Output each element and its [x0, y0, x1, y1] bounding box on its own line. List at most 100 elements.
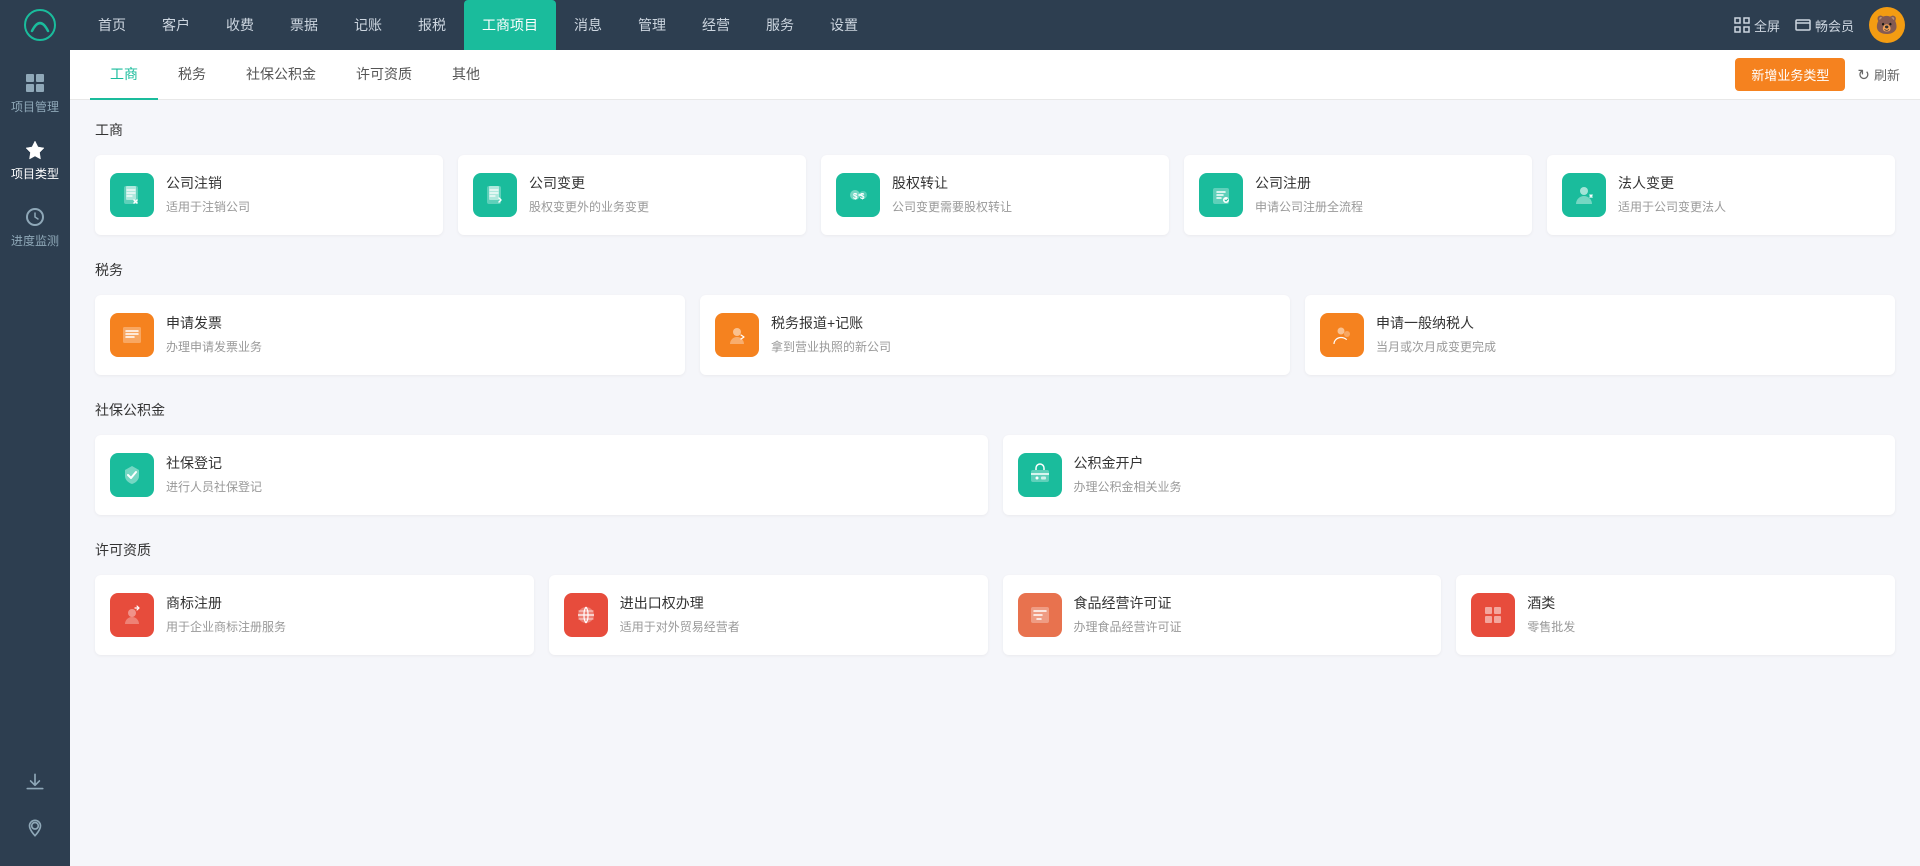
taxpayer-desc: 当月或次月成变更完成	[1376, 338, 1880, 355]
legal-person-title: 法人变更	[1618, 173, 1880, 193]
nav-settings[interactable]: 设置	[812, 0, 876, 50]
alcohol-desc: 零售批发	[1527, 618, 1880, 635]
card-equity-transfer[interactable]: $ $ 股权转让 公司变更需要股权转让	[821, 155, 1169, 235]
member-button[interactable]: 畅会员	[1795, 16, 1854, 35]
change-company-info: 公司变更 股权变更外的业务变更	[529, 173, 791, 215]
social-security-desc: 进行人员社保登记	[166, 478, 973, 495]
nav-service[interactable]: 服务	[748, 0, 812, 50]
nav-charge[interactable]: 收费	[208, 0, 272, 50]
card-tax-report[interactable]: 税务报道+记账 拿到营业执照的新公司	[700, 295, 1290, 375]
card-alcohol[interactable]: 酒类 零售批发	[1456, 575, 1895, 655]
tab-zizhi[interactable]: 许可资质	[336, 50, 432, 100]
nav-invoice[interactable]: 票据	[272, 0, 336, 50]
card-provident-fund[interactable]: 公积金开户 办理公积金相关业务	[1003, 435, 1896, 515]
nav-manage[interactable]: 管理	[620, 0, 684, 50]
nav-customer[interactable]: 客户	[144, 0, 208, 50]
section-title-zizhi: 许可资质	[95, 540, 1895, 560]
shebao-cards: 社保登记 进行人员社保登记 公积金开户 办理公积金相	[95, 435, 1895, 515]
legal-person-desc: 适用于公司变更法人	[1618, 198, 1880, 215]
nav-accounting[interactable]: 记账	[336, 0, 400, 50]
tax-report-info: 税务报道+记账 拿到营业执照的新公司	[771, 313, 1275, 355]
provident-fund-desc: 办理公积金相关业务	[1074, 478, 1881, 495]
app-logo	[10, 9, 70, 41]
food-license-info: 食品经营许可证 办理食品经营许可证	[1074, 593, 1427, 635]
change-company-desc: 股权变更外的业务变更	[529, 198, 791, 215]
card-food-license[interactable]: 食品经营许可证 办理食品经营许可证	[1003, 575, 1442, 655]
provident-fund-title: 公积金开户	[1074, 453, 1881, 473]
sidebar-item-progress[interactable]: 进度监测	[0, 194, 70, 261]
refresh-button[interactable]: ↻ 刷新	[1857, 65, 1900, 84]
invoice-info: 申请发票 办理申请发票业务	[166, 313, 670, 355]
sidebar-label-progress: 进度监测	[11, 232, 59, 249]
change-company-title: 公司变更	[529, 173, 791, 193]
alcohol-title: 酒类	[1527, 593, 1880, 613]
register-company-desc: 申请公司注册全流程	[1255, 198, 1517, 215]
tax-report-title: 税务报道+记账	[771, 313, 1275, 333]
equity-transfer-title: 股权转让	[892, 173, 1154, 193]
sidebar-location[interactable]	[24, 805, 46, 851]
equity-transfer-icon: $ $	[836, 173, 880, 217]
card-cancel-company[interactable]: 公司注销 适用于注销公司	[95, 155, 443, 235]
nav-message[interactable]: 消息	[556, 0, 620, 50]
section-title-shuiwu: 税务	[95, 260, 1895, 280]
provident-fund-info: 公积金开户 办理公积金相关业务	[1074, 453, 1881, 495]
social-security-title: 社保登记	[166, 453, 973, 473]
card-taxpayer[interactable]: 申请一般纳税人 当月或次月成变更完成	[1305, 295, 1895, 375]
sidebar-bottom	[24, 759, 46, 866]
invoice-desc: 办理申请发票业务	[166, 338, 670, 355]
card-social-security[interactable]: 社保登记 进行人员社保登记	[95, 435, 988, 515]
card-trademark[interactable]: 商标注册 用于企业商标注册服务	[95, 575, 534, 655]
tab-gongshang[interactable]: 工商	[90, 50, 158, 100]
top-navigation: 首页 客户 收费 票据 记账 报税 工商项目 消息 管理 经营 服务 设置 全屏…	[0, 0, 1920, 50]
card-register-company[interactable]: 公司注册 申请公司注册全流程	[1184, 155, 1532, 235]
sidebar-item-project-management[interactable]: 项目管理	[0, 60, 70, 127]
nav-home[interactable]: 首页	[80, 0, 144, 50]
equity-transfer-info: 股权转让 公司变更需要股权转让	[892, 173, 1154, 215]
nav-operation[interactable]: 经营	[684, 0, 748, 50]
nav-tax[interactable]: 报税	[400, 0, 464, 50]
tab-shuiwu[interactable]: 税务	[158, 50, 226, 100]
import-export-desc: 适用于对外贸易经营者	[620, 618, 973, 635]
cancel-company-title: 公司注销	[166, 173, 428, 193]
fullscreen-button[interactable]: 全屏	[1734, 16, 1780, 35]
nav-business[interactable]: 工商项目	[464, 0, 556, 50]
content-area: 工商 公司注销 适用于注销公司	[70, 100, 1920, 700]
tab-actions: 新增业务类型 ↻ 刷新	[1735, 58, 1900, 91]
register-company-info: 公司注册 申请公司注册全流程	[1255, 173, 1517, 215]
refresh-label: 刷新	[1874, 65, 1900, 84]
card-invoice[interactable]: 申请发票 办理申请发票业务	[95, 295, 685, 375]
tab-other[interactable]: 其他	[432, 50, 500, 100]
svg-text:$: $	[860, 192, 865, 201]
section-title-gongshang: 工商	[95, 120, 1895, 140]
import-export-icon	[564, 593, 608, 637]
trademark-icon	[110, 593, 154, 637]
shuiwu-cards: 申请发票 办理申请发票业务 税务报道+记账 拿到营业执照的新公司	[95, 295, 1895, 375]
add-business-type-button[interactable]: 新增业务类型	[1735, 58, 1845, 91]
zizhi-cards: 商标注册 用于企业商标注册服务 进出口权办理 适用于对外贸易经营者	[95, 575, 1895, 655]
provident-fund-icon	[1018, 453, 1062, 497]
gongshang-cards: 公司注销 适用于注销公司 公司变更 股权变更外的业务变更	[95, 155, 1895, 235]
equity-transfer-desc: 公司变更需要股权转让	[892, 198, 1154, 215]
nav-menu: 首页 客户 收费 票据 记账 报税 工商项目 消息 管理 经营 服务 设置	[80, 0, 1734, 50]
social-security-icon	[110, 453, 154, 497]
card-change-company[interactable]: 公司变更 股权变更外的业务变更	[458, 155, 806, 235]
card-import-export[interactable]: 进出口权办理 适用于对外贸易经营者	[549, 575, 988, 655]
food-license-desc: 办理食品经营许可证	[1074, 618, 1427, 635]
card-legal-person[interactable]: 法人变更 适用于公司变更法人	[1547, 155, 1895, 235]
taxpayer-icon	[1320, 313, 1364, 357]
invoice-title: 申请发票	[166, 313, 670, 333]
user-avatar[interactable]: 🐻	[1869, 7, 1905, 43]
legal-person-info: 法人变更 适用于公司变更法人	[1618, 173, 1880, 215]
import-export-title: 进出口权办理	[620, 593, 973, 613]
member-label: 畅会员	[1815, 16, 1854, 35]
main-content: 工商 税务 社保公积金 许可资质 其他 新增业务类型 ↻ 刷新 工商	[70, 50, 1920, 866]
sidebar-label-project-management: 项目管理	[11, 98, 59, 115]
sidebar-item-project-type[interactable]: 项目类型	[0, 127, 70, 194]
food-license-icon	[1018, 593, 1062, 637]
invoice-icon	[110, 313, 154, 357]
tab-shebao[interactable]: 社保公积金	[226, 50, 336, 100]
alcohol-icon	[1471, 593, 1515, 637]
cancel-company-icon	[110, 173, 154, 217]
sidebar-download[interactable]	[24, 759, 46, 805]
refresh-icon: ↻	[1857, 66, 1870, 84]
